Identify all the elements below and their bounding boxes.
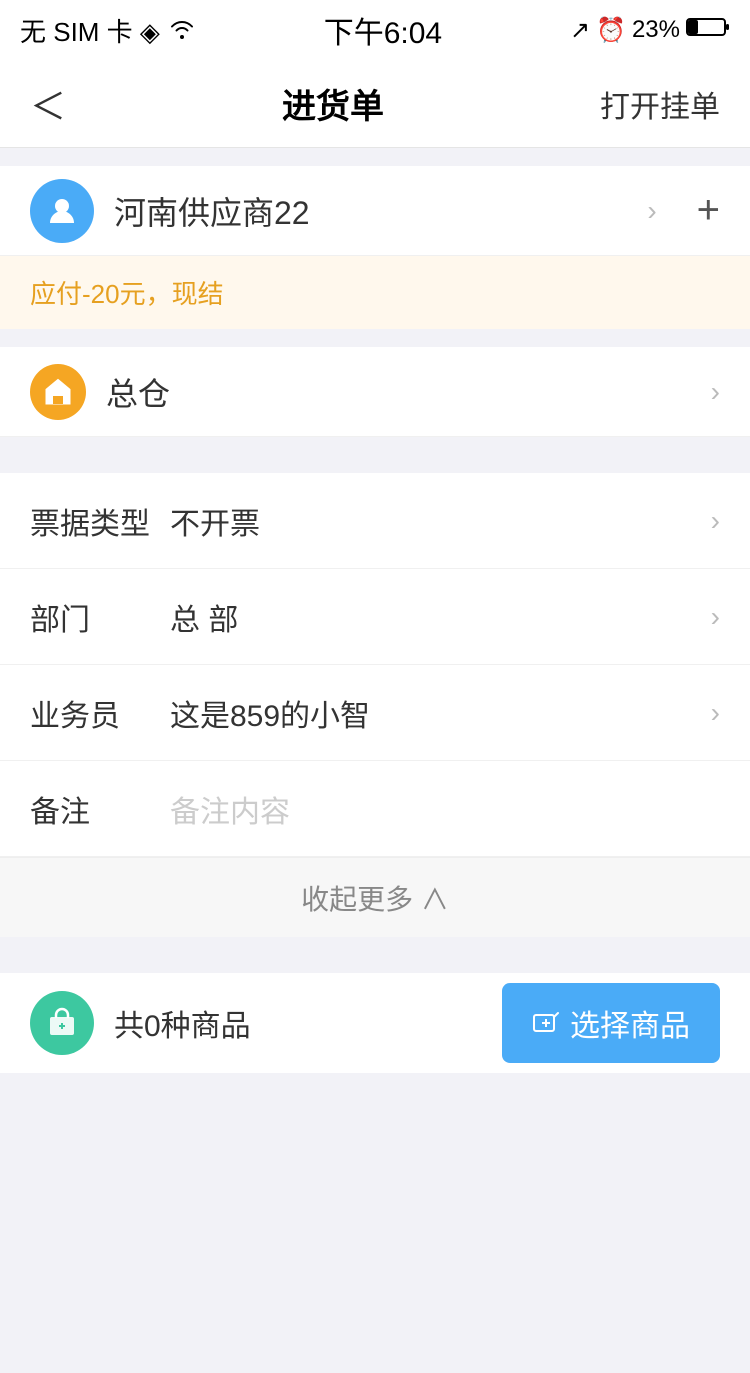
location-icon: ↗ xyxy=(570,16,590,45)
battery-icon xyxy=(686,16,730,45)
product-bar: 共0种商品 选择商品 xyxy=(0,973,750,1073)
department-row[interactable]: 部门 总 部 › xyxy=(0,569,750,665)
salesman-value: 这是859的小智 xyxy=(150,691,711,735)
collapse-label: 收起更多 ∧ xyxy=(301,878,449,918)
select-product-label: 选择商品 xyxy=(570,1001,690,1045)
remark-label: 备注 xyxy=(30,787,150,831)
invoice-chevron-icon: › xyxy=(711,505,720,537)
remaining-area xyxy=(0,1073,750,1373)
remark-input[interactable]: 备注内容 xyxy=(150,787,720,831)
open-pending-button[interactable]: 打开挂单 xyxy=(600,82,720,126)
section-gap-4 xyxy=(0,937,750,955)
department-chevron-icon: › xyxy=(711,601,720,633)
remark-row[interactable]: 备注 备注内容 xyxy=(0,761,750,857)
battery-level: 23% xyxy=(632,16,680,44)
invoice-type-label: 票据类型 xyxy=(30,499,150,543)
warehouse-row[interactable]: 总仓 › xyxy=(0,347,750,437)
supplier-row[interactable]: 河南供应商22 › + xyxy=(0,166,750,256)
section-gap-1 xyxy=(0,148,750,166)
nav-bar: ＜ 进货单 打开挂单 xyxy=(0,60,750,148)
status-bar: 无 SIM 卡 ◈ 下午6:04 ↗ ⏰ 23% xyxy=(0,0,750,60)
add-supplier-button[interactable]: + xyxy=(697,188,720,233)
status-left: 无 SIM 卡 ◈ xyxy=(20,12,196,49)
salesman-chevron-icon: › xyxy=(711,697,720,729)
back-button[interactable]: ＜ xyxy=(30,78,66,130)
department-label: 部门 xyxy=(30,595,150,639)
invoice-type-value: 不开票 xyxy=(150,499,711,543)
warehouse-name: 总仓 xyxy=(106,369,711,415)
salesman-row[interactable]: 业务员 这是859的小智 › xyxy=(0,665,750,761)
page-title: 进货单 xyxy=(282,79,384,128)
salesman-label: 业务员 xyxy=(30,691,150,735)
section-gap-3 xyxy=(0,437,750,455)
section-gap-2 xyxy=(0,329,750,347)
supplier-card: 河南供应商22 › + 应付-20元，现结 xyxy=(0,166,750,329)
notice-text: 应付-20元，现结 xyxy=(30,279,224,309)
supplier-chevron-icon: › xyxy=(647,195,656,227)
select-product-button[interactable]: 选择商品 xyxy=(502,983,720,1063)
wifi-icon xyxy=(168,15,196,46)
product-icon xyxy=(30,991,94,1055)
form-section: 票据类型 不开票 › 部门 总 部 › 业务员 这是859的小智 › 备注 备注… xyxy=(0,473,750,937)
sim-status: 无 SIM 卡 ◈ xyxy=(20,12,160,49)
status-time: 下午6:04 xyxy=(324,8,442,52)
invoice-type-row[interactable]: 票据类型 不开票 › xyxy=(0,473,750,569)
warehouse-icon xyxy=(30,364,86,420)
supplier-avatar xyxy=(30,179,94,243)
status-right: ↗ ⏰ 23% xyxy=(570,16,730,45)
supplier-name: 河南供应商22 xyxy=(114,188,647,234)
department-value: 总 部 xyxy=(150,595,711,639)
product-count: 共0种商品 xyxy=(114,1001,502,1045)
warehouse-chevron-icon: › xyxy=(711,376,720,408)
alarm-icon: ⏰ xyxy=(596,16,626,45)
notice-bar: 应付-20元，现结 xyxy=(0,256,750,329)
collapse-button[interactable]: 收起更多 ∧ xyxy=(0,857,750,937)
